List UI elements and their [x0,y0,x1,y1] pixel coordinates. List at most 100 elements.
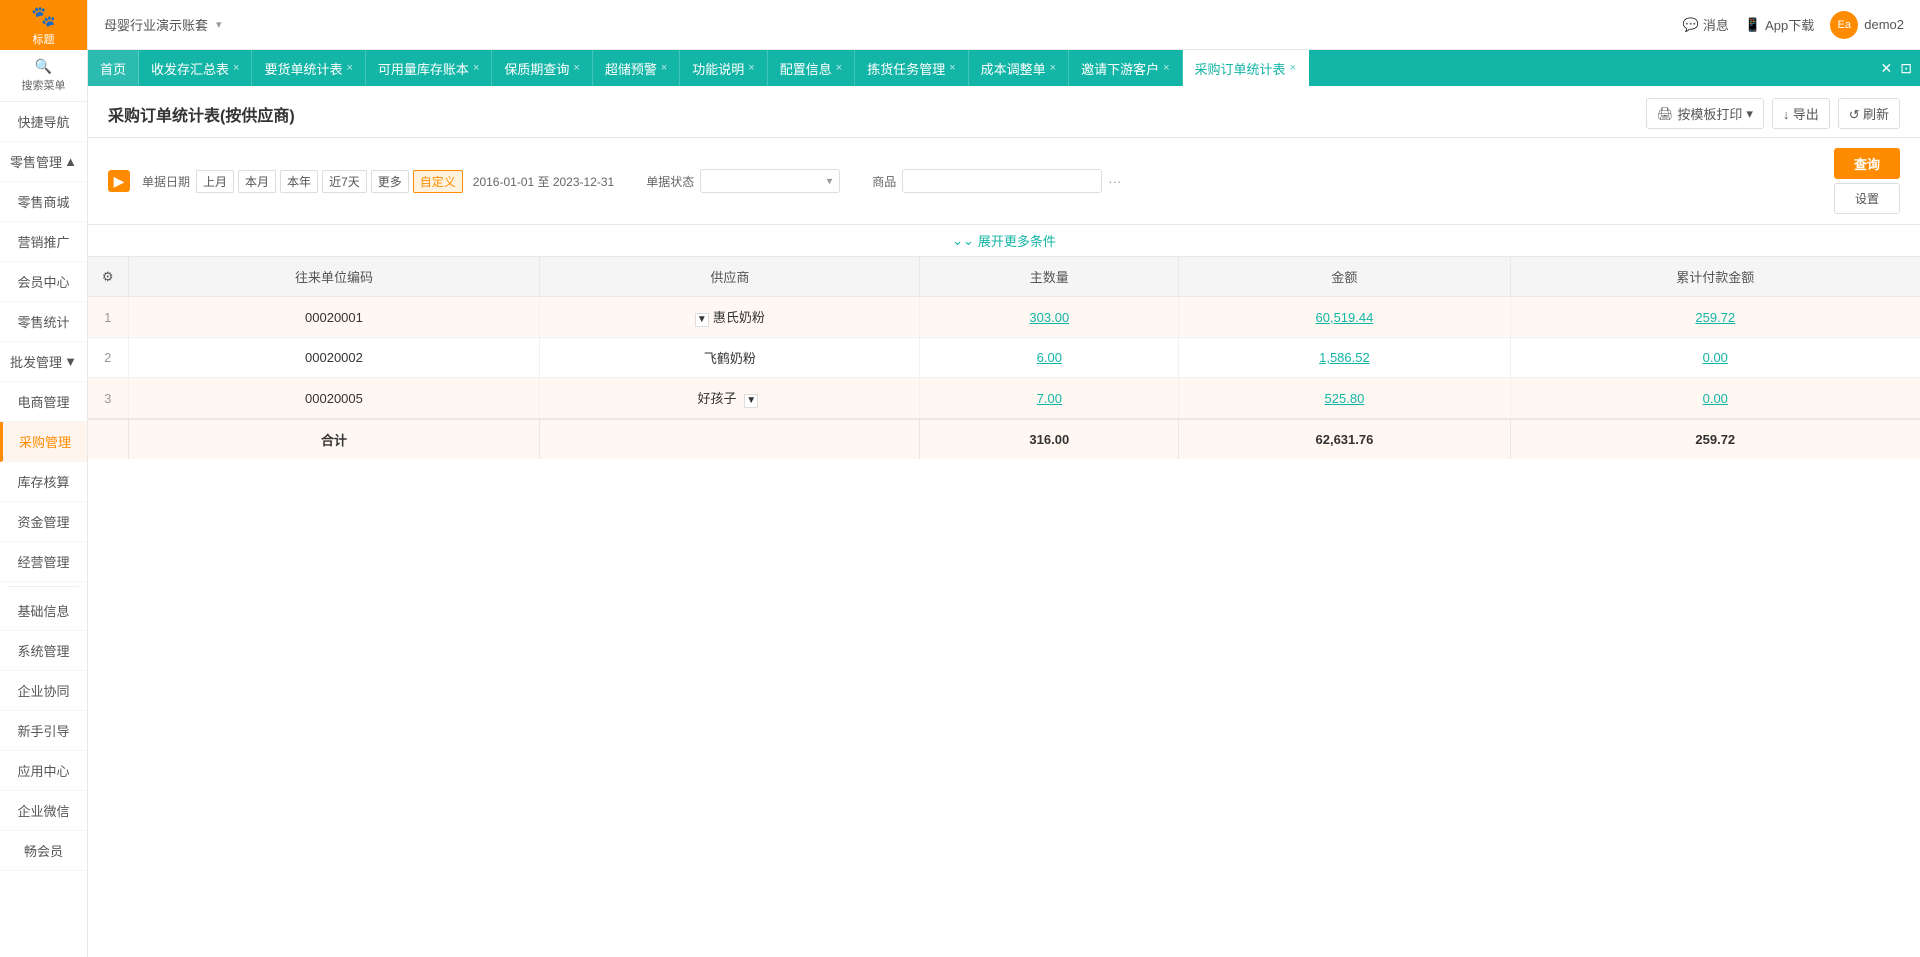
page-content: 采购订单统计表(按供应商) 🖨 按模板打印 ▾ ↓ 导出 ↺ 刷新 ▶ [88,86,1920,957]
sidebar-item-search[interactable]: 🔍 搜索菜单 [0,50,87,102]
data-table: ⚙ 往来单位编码 供应商 主数量 金额 累计付款金额 1 00020001 ▼惠… [88,257,1920,459]
filter-toggle-button[interactable]: ▶ [108,170,130,192]
sidebar-item-wholesale[interactable]: 批发管理 ▼ [0,342,87,382]
sidebar-item-system[interactable]: 系统管理 [0,631,87,671]
query-button[interactable]: 查询 [1834,148,1900,179]
goods-more-icon[interactable]: ··· [1108,174,1121,189]
row-3-amount[interactable]: 525.80 [1179,378,1510,420]
sidebar-item-app-center[interactable]: 应用中心 [0,751,87,791]
close-tab-available-stock[interactable]: × [473,62,479,74]
sidebar-item-purchase[interactable]: 采购管理 [0,422,87,462]
table-header-row: ⚙ 往来单位编码 供应商 主数量 金额 累计付款金额 [88,257,1920,297]
top-header: 母婴行业演示账套 ▾ 💬 消息 📱 App下载 Ea demo2 [88,0,1920,50]
date-btn-this-year[interactable]: 本年 [280,170,318,193]
close-tab-purchase-stats[interactable]: × [1290,62,1296,74]
tab-function-desc[interactable]: 功能说明 × [680,50,767,86]
close-tab-expiry-query[interactable]: × [573,62,579,74]
tab-receive-summary[interactable]: 收发存汇总表 × [139,50,252,86]
settings-button[interactable]: 设置 [1834,183,1900,214]
sidebar-item-enterprise[interactable]: 企业协同 [0,671,87,711]
close-tab-function-desc[interactable]: × [748,62,754,74]
refresh-button[interactable]: ↺ 刷新 [1838,98,1900,129]
expand-down-icon: ⌄⌄ [952,233,974,249]
nav-tabs-controls: ✕ ⊡ [1881,60,1920,77]
page-title: 采购订单统计表(按供应商) [108,102,295,126]
status-select[interactable] [700,169,840,193]
close-tab-goods-stats[interactable]: × [346,62,352,74]
tab-pick-task[interactable]: 拣货任务管理 × [855,50,968,86]
date-btn-7days[interactable]: 近7天 [322,170,367,193]
filter-actions: 查询 设置 [1834,148,1900,214]
footer-amount: 62,631.76 [1179,419,1510,459]
row-3-expand-icon[interactable]: ▼ [744,394,758,408]
sidebar-item-inventory[interactable]: 库存核算 [0,462,87,502]
logo-text: 标题 [33,31,55,47]
date-btn-this-month[interactable]: 本月 [238,170,276,193]
export-button[interactable]: ↓ 导出 [1772,98,1830,129]
col-amount: 金额 [1179,257,1510,297]
close-tab-config-info[interactable]: × [836,62,842,74]
close-all-tabs-icon[interactable]: ✕ [1881,60,1893,77]
app-download-button[interactable]: 📱 App下载 [1745,15,1814,34]
sidebar-divider-1 [8,586,79,587]
sidebar-item-quick-nav[interactable]: 快捷导航 [0,102,87,142]
sidebar-item-member[interactable]: 会员中心 [0,262,87,302]
sidebar-item-retail-shop[interactable]: 零售商城 [0,182,87,222]
sidebar-item-basic-info[interactable]: 基础信息 [0,591,87,631]
workspace-selector[interactable]: 母婴行业演示账套 ▾ [104,15,222,34]
nav-tabs-bar: 首页 收发存汇总表 × 要货单统计表 × 可用量库存账本 × 保质期查询 × 超… [88,50,1920,86]
sidebar-item-new-guide[interactable]: 新手引导 [0,711,87,751]
tab-invite-downstream[interactable]: 邀请下游客户 × [1069,50,1182,86]
row-2-amount[interactable]: 1,586.52 [1179,338,1510,378]
sidebar-item-retail-stats[interactable]: 零售统计 [0,302,87,342]
restore-tabs-icon[interactable]: ⊡ [1900,60,1912,77]
row-1-main-qty[interactable]: 303.00 [920,297,1179,338]
sidebar-item-marketing[interactable]: 营销推广 [0,222,87,262]
date-btn-custom[interactable]: 自定义 [413,170,463,193]
tab-config-info[interactable]: 配置信息 × [768,50,855,86]
close-tab-pick-task[interactable]: × [949,62,955,74]
message-button[interactable]: 💬 消息 [1683,15,1729,34]
row-3-main-qty[interactable]: 7.00 [920,378,1179,420]
tab-purchase-stats[interactable]: 采购订单统计表 × [1183,50,1309,86]
sidebar-item-finance[interactable]: 资金管理 [0,502,87,542]
col-settings[interactable]: ⚙ [88,257,128,297]
row-1-paid-amount[interactable]: 259.72 [1510,297,1920,338]
close-tab-receive-summary[interactable]: × [233,62,239,74]
footer-main-qty: 316.00 [920,419,1179,459]
close-tab-invite-downstream[interactable]: × [1163,62,1169,74]
sidebar-item-retail[interactable]: 零售管理 ▲ [0,142,87,182]
tab-expiry-query[interactable]: 保质期查询 × [492,50,592,86]
sidebar-item-ecommerce[interactable]: 电商管理 [0,382,87,422]
date-label: 单据日期 [142,173,190,190]
filter-goods-group: 商品 ··· [872,169,1121,193]
tab-available-stock[interactable]: 可用量库存账本 × [366,50,492,86]
row-2-paid-amount[interactable]: 0.00 [1510,338,1920,378]
tab-overstock-warning[interactable]: 超储预警 × [593,50,680,86]
row-3-paid-amount[interactable]: 0.00 [1510,378,1920,420]
close-tab-cost-adjust[interactable]: × [1050,62,1056,74]
close-tab-overstock-warning[interactable]: × [661,62,667,74]
col-supplier: 供应商 [540,257,920,297]
tab-goods-stats[interactable]: 要货单统计表 × [252,50,365,86]
filter-date-group: 单据日期 上月 本月 本年 近7天 更多 自定义 2016-01-01 至 20… [142,170,614,193]
row-1-amount[interactable]: 60,519.44 [1179,297,1510,338]
date-btn-more[interactable]: 更多 [371,170,409,193]
workspace-name: 母婴行业演示账套 [104,15,208,34]
row-1-expand-icon[interactable]: ▼ [695,313,709,327]
template-print-button[interactable]: 🖨 按模板打印 ▾ [1646,98,1764,129]
date-btn-last-month[interactable]: 上月 [196,170,234,193]
row-2-main-qty[interactable]: 6.00 [920,338,1179,378]
user-profile[interactable]: Ea demo2 [1830,11,1904,39]
footer-empty-2 [540,419,920,459]
sidebar-item-operations[interactable]: 经营管理 [0,542,87,582]
sidebar-item-member-benefit[interactable]: 畅会员 [0,831,87,871]
sidebar-item-enterprise-wx[interactable]: 企业微信 [0,791,87,831]
tab-home[interactable]: 首页 [88,50,139,86]
tab-cost-adjust[interactable]: 成本调整单 × [969,50,1069,86]
expand-more-button[interactable]: ⌄⌄ 展开更多条件 [952,231,1056,250]
page-header: 采购订单统计表(按供应商) 🖨 按模板打印 ▾ ↓ 导出 ↺ 刷新 [88,86,1920,138]
goods-input[interactable] [902,169,1102,193]
col-main-qty: 主数量 [920,257,1179,297]
export-icon: ↓ [1783,107,1790,122]
